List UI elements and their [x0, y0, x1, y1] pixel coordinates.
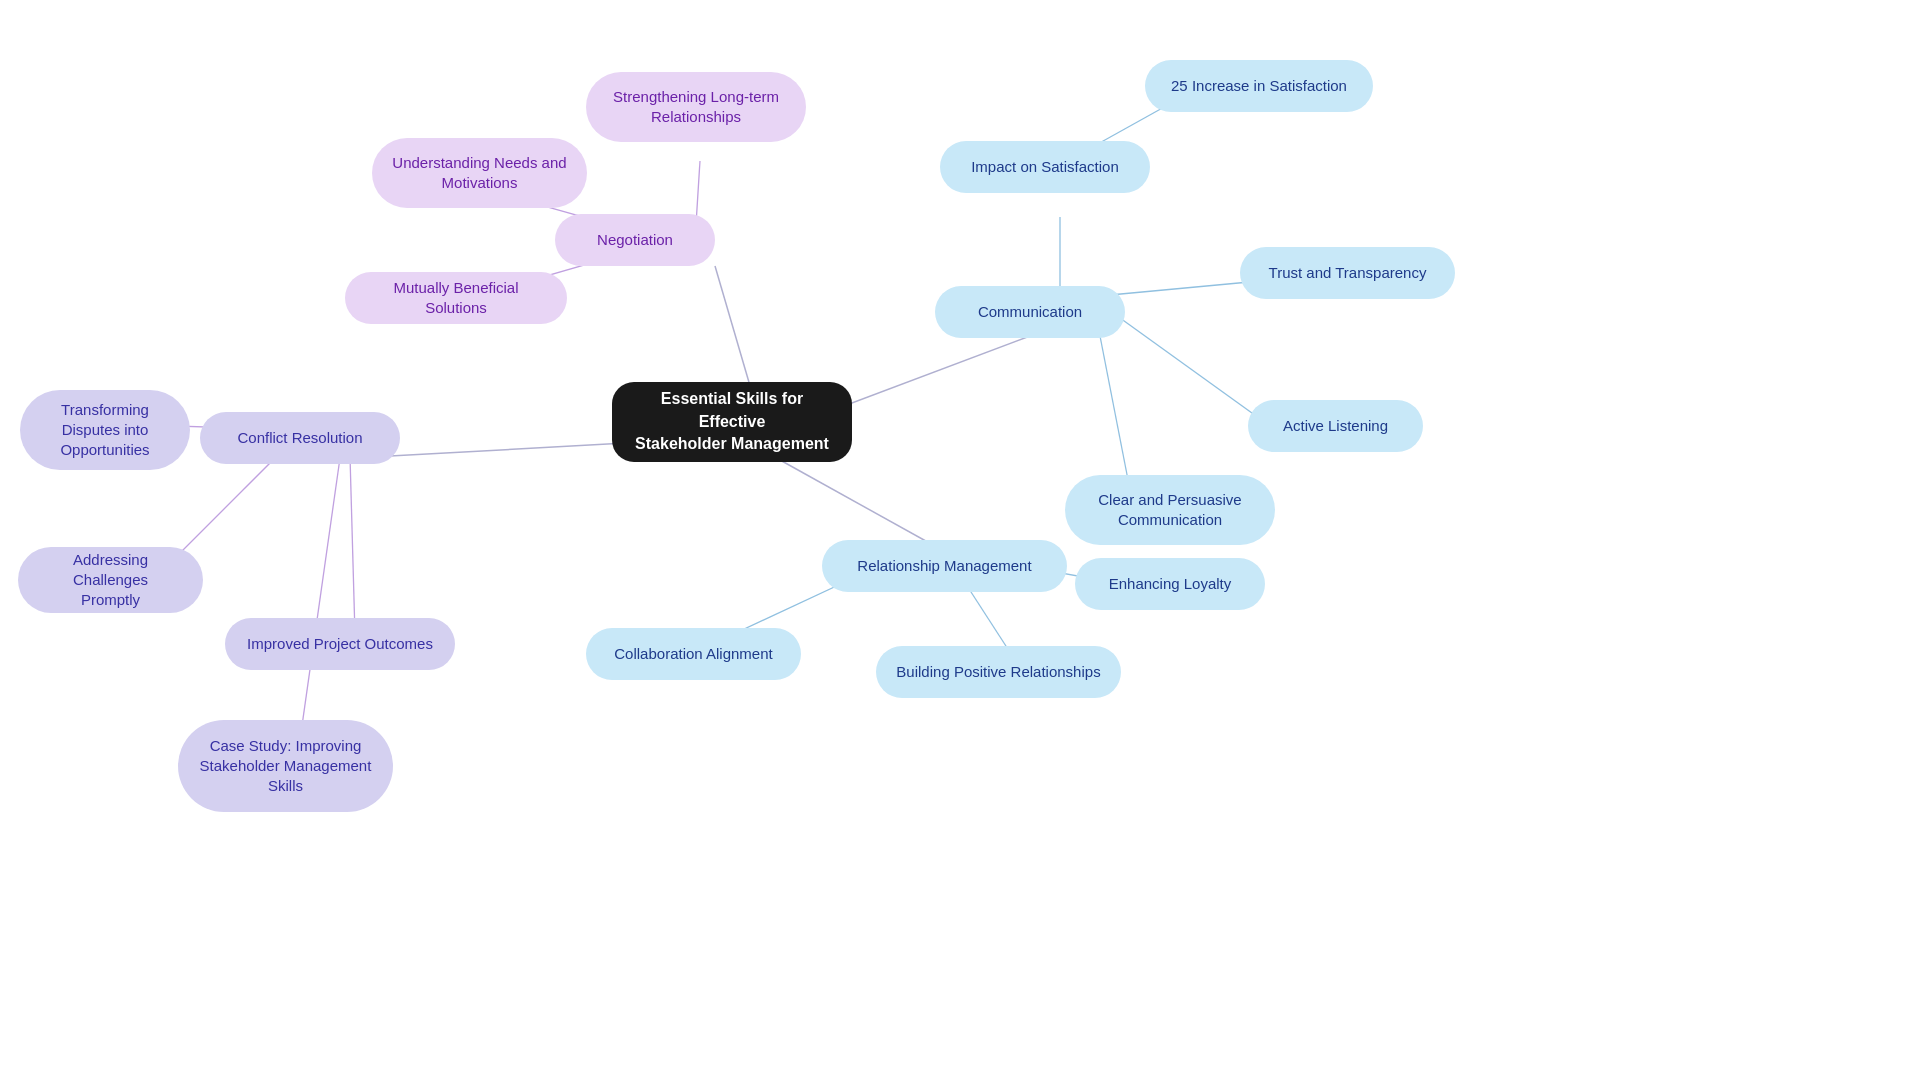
negotiation-label: Negotiation	[597, 230, 673, 250]
strengthening-node: Strengthening Long-term Relationships	[586, 72, 806, 142]
impact-satisfaction-label: Impact on Satisfaction	[971, 157, 1119, 177]
relationship-management-label: Relationship Management	[857, 556, 1031, 576]
relationship-management-node: Relationship Management	[822, 540, 1067, 592]
transforming-node: Transforming Disputes into Opportunities	[20, 390, 190, 470]
collaboration-label: Collaboration Alignment	[614, 644, 772, 664]
conflict-resolution-label: Conflict Resolution	[237, 428, 362, 448]
center-label: Essential Skills for Effective Stakehold…	[630, 388, 834, 455]
understanding-label: Understanding Needs and Motivations	[392, 153, 566, 194]
clear-persuasive-node: Clear and Persuasive Communication	[1065, 475, 1275, 545]
conflict-resolution-node: Conflict Resolution	[200, 412, 400, 464]
impact-satisfaction-node: Impact on Satisfaction	[940, 141, 1150, 193]
strengthening-label: Strengthening Long-term Relationships	[613, 87, 779, 128]
case-study-node: Case Study: Improving Stakeholder Manage…	[178, 720, 393, 812]
collaboration-node: Collaboration Alignment	[586, 628, 801, 680]
enhancing-loyalty-node: Enhancing Loyalty	[1075, 558, 1265, 610]
active-listening-label: Active Listening	[1283, 416, 1388, 436]
mutually-node: Mutually Beneficial Solutions	[345, 272, 567, 324]
improved-node: Improved Project Outcomes	[225, 618, 455, 670]
svg-line-13	[1120, 318, 1270, 426]
transforming-label: Transforming Disputes into Opportunities	[38, 400, 172, 461]
enhancing-loyalty-label: Enhancing Loyalty	[1109, 574, 1232, 594]
addressing-node: Addressing Challenges Promptly	[18, 547, 203, 613]
svg-line-9	[350, 456, 355, 635]
addressing-label: Addressing Challenges Promptly	[36, 550, 185, 611]
building-positive-node: Building Positive Relationships	[876, 646, 1121, 698]
svg-line-14	[1100, 336, 1130, 490]
increase-satisfaction-label: 25 Increase in Satisfaction	[1171, 76, 1347, 96]
trust-transparency-node: Trust and Transparency	[1240, 247, 1455, 299]
building-positive-label: Building Positive Relationships	[896, 662, 1100, 682]
understanding-node: Understanding Needs and Motivations	[372, 138, 587, 208]
communication-node: Communication	[935, 286, 1125, 338]
negotiation-node: Negotiation	[555, 214, 715, 266]
svg-line-12	[1110, 281, 1260, 295]
clear-persuasive-label: Clear and Persuasive Communication	[1098, 490, 1241, 531]
center-node: Essential Skills for Effective Stakehold…	[612, 382, 852, 462]
active-listening-node: Active Listening	[1248, 400, 1423, 452]
case-study-label: Case Study: Improving Stakeholder Manage…	[200, 736, 372, 797]
improved-label: Improved Project Outcomes	[247, 634, 433, 654]
increase-satisfaction-node: 25 Increase in Satisfaction	[1145, 60, 1373, 112]
mutually-label: Mutually Beneficial Solutions	[363, 278, 549, 319]
communication-label: Communication	[978, 302, 1082, 322]
trust-transparency-label: Trust and Transparency	[1269, 263, 1427, 283]
